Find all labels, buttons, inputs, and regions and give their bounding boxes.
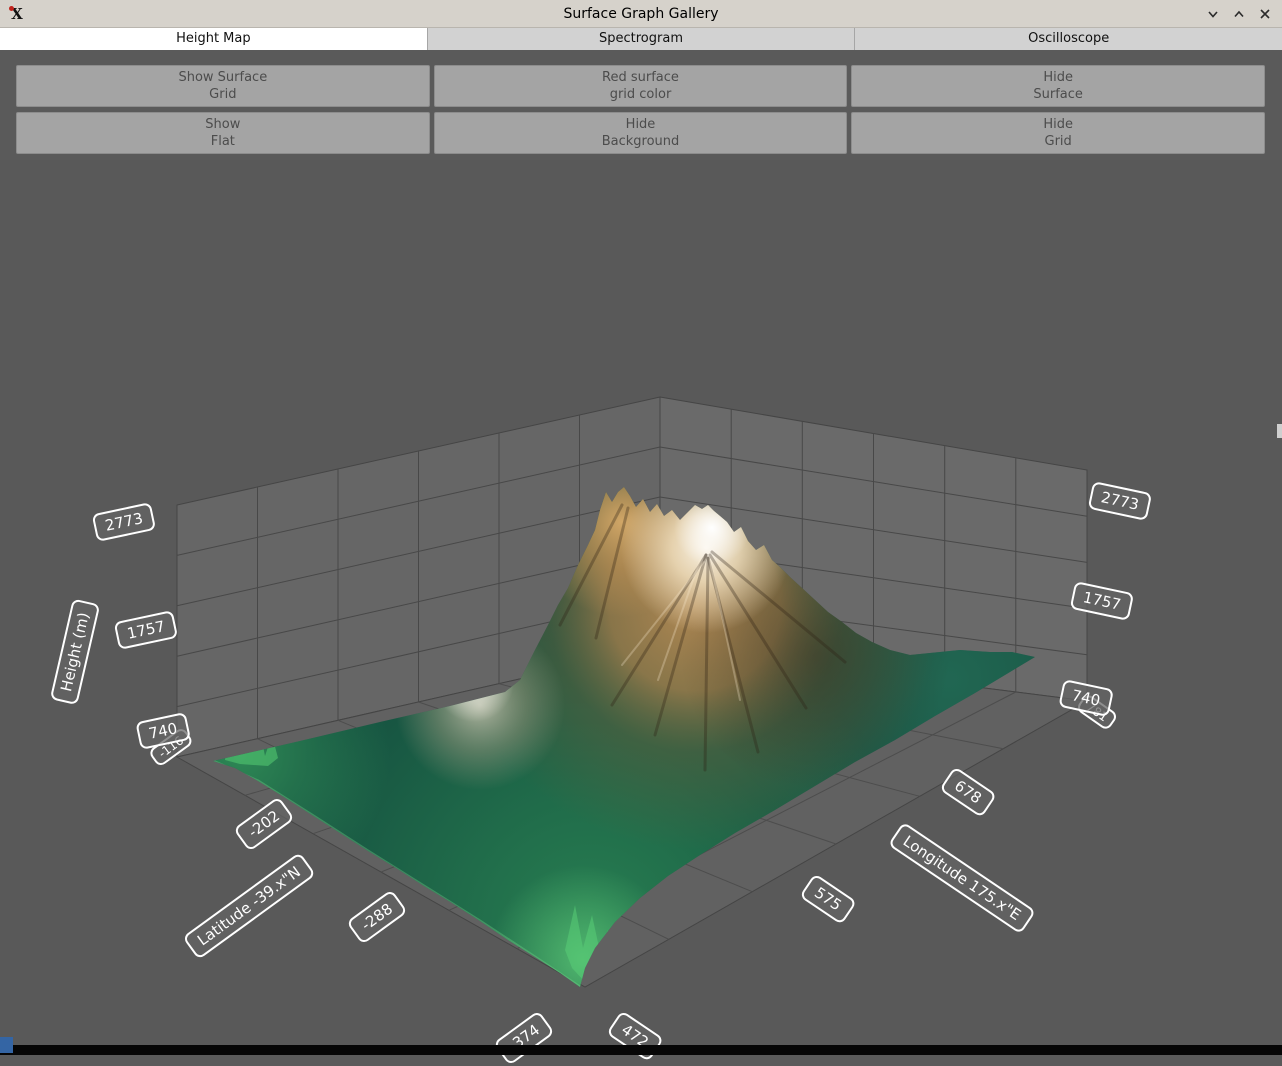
show-flat-button[interactable]: Show Flat: [16, 112, 430, 154]
taskbar-strip[interactable]: [0, 1045, 1282, 1055]
window-title: Surface Graph Gallery: [0, 0, 1282, 28]
tab-spectrogram[interactable]: Spectrogram: [428, 28, 856, 50]
red-surface-grid-color-button[interactable]: Red surface grid color: [434, 65, 848, 107]
screen-edge-artifact: [1277, 424, 1282, 438]
title-bar[interactable]: X Surface Graph Gallery: [0, 0, 1282, 28]
tab-height-map[interactable]: Height Map: [0, 28, 428, 50]
taskbar-blue-indicator[interactable]: [0, 1037, 13, 1053]
button-label-line: Show: [205, 116, 240, 133]
maximize-button[interactable]: [1228, 4, 1250, 24]
hide-background-button[interactable]: Hide Background: [434, 112, 848, 154]
show-surface-grid-button[interactable]: Show Surface Grid: [16, 65, 430, 107]
button-label-line: Hide: [626, 116, 656, 133]
tab-bar: Height Map Spectrogram Oscilloscope: [0, 28, 1282, 50]
chevron-down-icon: [1205, 6, 1221, 22]
button-label-line: Grid: [209, 86, 236, 103]
button-label-line: Hide: [1043, 116, 1073, 133]
button-label-line: Red surface: [602, 69, 679, 86]
close-button[interactable]: [1254, 4, 1276, 24]
minimize-button[interactable]: [1202, 4, 1224, 24]
button-label-line: Surface: [1033, 86, 1083, 103]
height-map-3d-plot[interactable]: 781 -116 2773 1757 740 Height (m) 2773 1…: [0, 160, 1282, 1055]
chevron-up-icon: [1231, 6, 1247, 22]
toolbar: Show Surface Grid Red surface grid color…: [16, 65, 1265, 154]
button-label-line: Show Surface: [178, 69, 267, 86]
hide-grid-button[interactable]: Hide Grid: [851, 112, 1265, 154]
button-label-line: Hide: [1043, 69, 1073, 86]
close-icon: [1257, 6, 1273, 22]
button-label-line: Background: [602, 133, 680, 150]
hide-surface-button[interactable]: Hide Surface: [851, 65, 1265, 107]
button-label-line: grid color: [610, 86, 672, 103]
tab-oscilloscope[interactable]: Oscilloscope: [855, 28, 1282, 50]
window-controls: [1202, 4, 1276, 24]
button-label-line: Flat: [211, 133, 235, 150]
button-label-line: Grid: [1045, 133, 1072, 150]
